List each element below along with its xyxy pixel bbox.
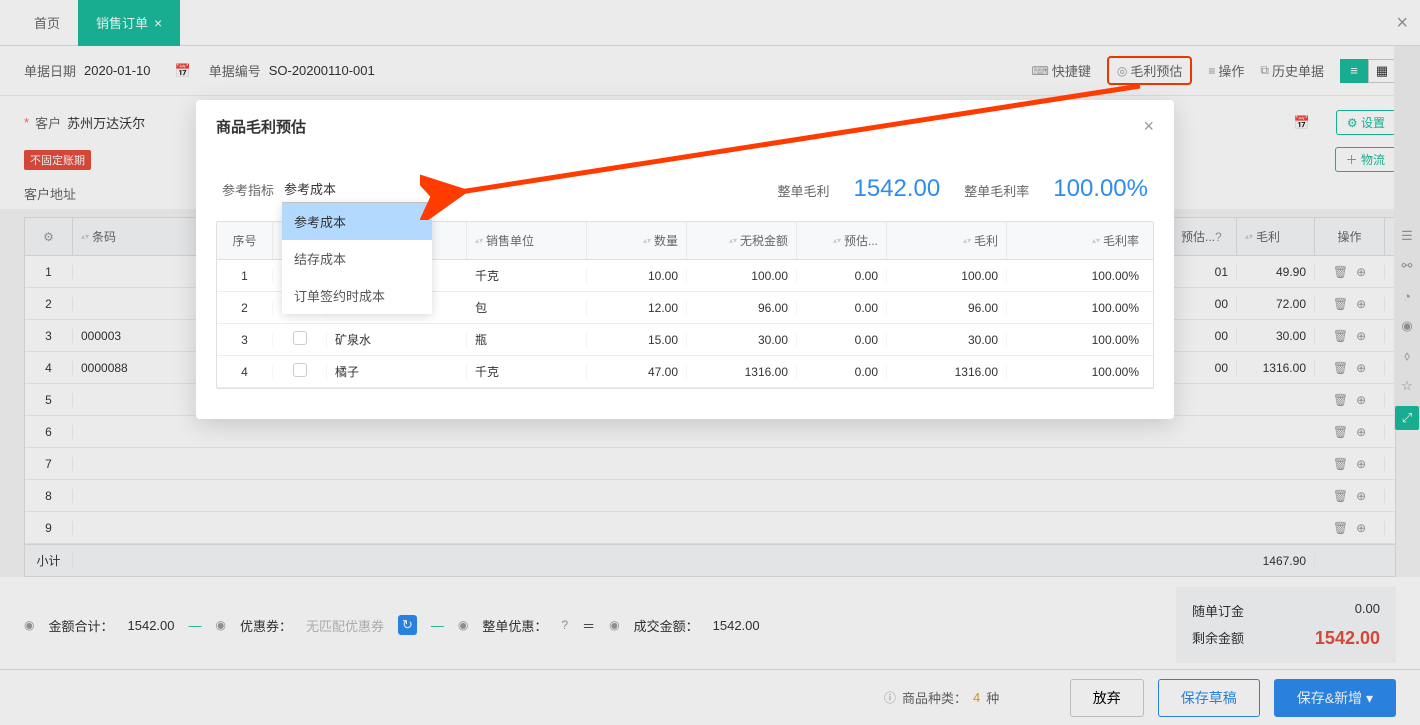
total-profit-label: 整单毛利: [777, 181, 829, 200]
filter-select[interactable]: 参考成本 ⌄ 参考成本 结存成本 订单签约时成本: [282, 175, 432, 203]
chevron-up-icon: ⌄: [419, 178, 430, 194]
col-idx: 序号: [217, 222, 273, 259]
table-row[interactable]: 3 矿泉水 瓶 15.00 30.00 0.00 30.00 100.00%: [217, 324, 1153, 356]
sort-icon[interactable]: ▴▾: [475, 239, 483, 243]
sort-icon[interactable]: ▴▾: [729, 239, 737, 243]
filter-label: 参考指标: [222, 180, 274, 199]
option-reference-cost[interactable]: 参考成本: [282, 203, 432, 240]
checkbox[interactable]: [293, 363, 307, 377]
sort-icon[interactable]: ▴▾: [1092, 239, 1100, 243]
option-balance-cost[interactable]: 结存成本: [282, 240, 432, 277]
sort-icon[interactable]: ▴▾: [643, 239, 651, 243]
total-rate-value: 100.00%: [1053, 175, 1148, 203]
col-est: 预估...: [844, 232, 878, 249]
total-profit-value: 1542.00: [853, 175, 940, 203]
filter-dropdown: 参考成本 结存成本 订单签约时成本: [282, 203, 432, 314]
modal-title: 商品毛利预估: [216, 116, 306, 137]
option-contract-cost[interactable]: 订单签约时成本: [282, 277, 432, 314]
col-rate: 毛利率: [1103, 232, 1139, 249]
filter-selected: 参考成本: [284, 182, 336, 197]
col-amt: 无税金额: [740, 232, 788, 249]
profit-modal: 商品毛利预估 × 参考指标 参考成本 ⌄ 参考成本 结存成本 订单签约时成本 整…: [196, 100, 1174, 419]
checkbox[interactable]: [293, 331, 307, 345]
table-row[interactable]: 4 橘子 千克 47.00 1316.00 0.00 1316.00 100.0…: [217, 356, 1153, 388]
col-profit: 毛利: [974, 232, 998, 249]
close-icon[interactable]: ×: [1143, 116, 1154, 137]
total-rate-label: 整单毛利率: [964, 181, 1029, 200]
col-qty: 数量: [654, 232, 678, 249]
sort-icon[interactable]: ▴▾: [963, 239, 971, 243]
sort-icon[interactable]: ▴▾: [833, 239, 841, 243]
col-unit: 销售单位: [486, 232, 534, 249]
